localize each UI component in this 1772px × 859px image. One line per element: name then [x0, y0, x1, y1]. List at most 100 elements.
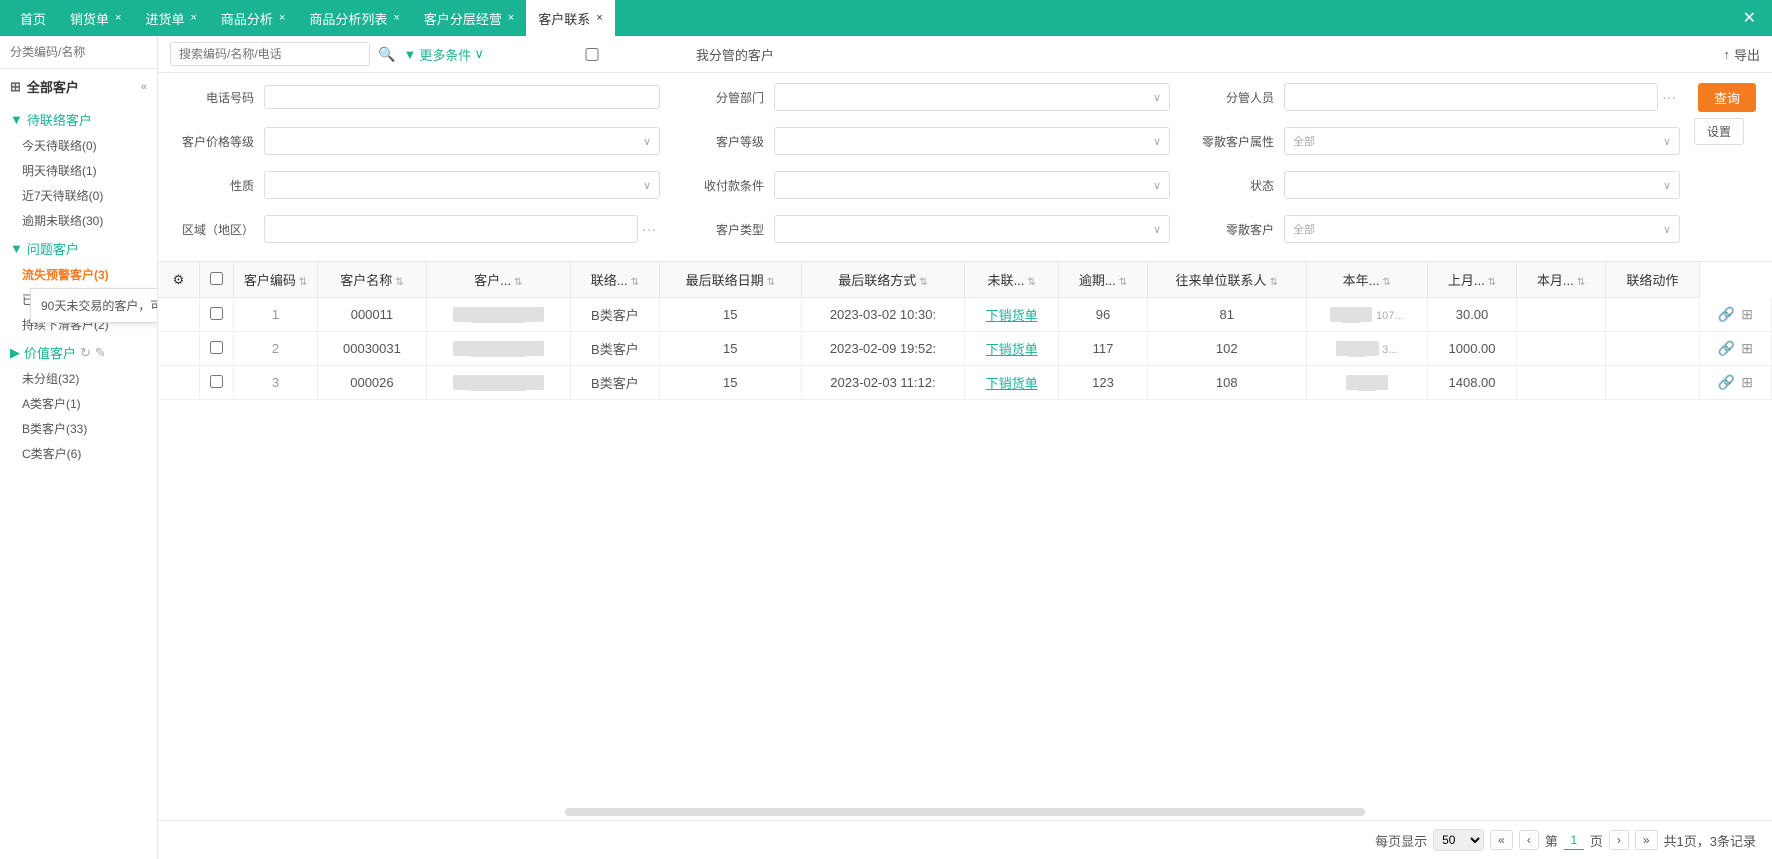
row-last-way-2[interactable]: 下销货单: [965, 366, 1059, 400]
col-code[interactable]: 客户编码⇅: [233, 262, 317, 298]
col-last-month[interactable]: 上月...⇅: [1428, 262, 1517, 298]
sort-icon-no-contact: ⇅: [1027, 277, 1035, 288]
last-page-btn[interactable]: »: [1635, 830, 1658, 850]
close-all-btn[interactable]: ✕: [1735, 4, 1764, 32]
refresh-icon[interactable]: ↻: [80, 345, 91, 361]
tab-home[interactable]: 首页: [8, 0, 58, 36]
sidebar-item-churn-warning[interactable]: 流失预警客户(3): [0, 262, 157, 287]
sidebar-all-customers[interactable]: ⊞ 全部客户 «: [0, 69, 157, 104]
region-select[interactable]: [264, 215, 638, 243]
col-this-year[interactable]: 本年...⇅: [1306, 262, 1428, 298]
row-this-month-0: [1605, 298, 1699, 332]
col-contact-person[interactable]: 往来单位联系人⇅: [1147, 262, 1306, 298]
settings-btn[interactable]: 设置: [1694, 118, 1744, 145]
sidebar-section-pending[interactable]: ▼ 待联络客户: [0, 104, 157, 133]
more-conditions-btn[interactable]: ▼ 更多条件 ∨: [403, 45, 483, 64]
nature-select[interactable]: ∨: [264, 171, 660, 199]
action-link-icon-0[interactable]: 🔗: [1718, 306, 1735, 323]
price-level-select[interactable]: ∨: [264, 127, 660, 155]
next-page-btn[interactable]: ›: [1609, 830, 1629, 850]
row-last-way-0[interactable]: 下销货单: [965, 298, 1059, 332]
sidebar-search-input[interactable]: [10, 45, 158, 59]
col-last-way[interactable]: 最后联络方式⇅: [801, 262, 965, 298]
phone-input[interactable]: [264, 85, 660, 109]
chevron-down-icon-payment: ∨: [1153, 179, 1161, 192]
filter-field-customer-level: 客户等级 ∨: [684, 127, 1170, 155]
my-customers-checkbox-label[interactable]: 我分管的客户: [492, 45, 774, 64]
person-ellipsis-btn[interactable]: ···: [1658, 89, 1680, 105]
tab-analysis-list[interactable]: 商品分析列表 ×: [297, 0, 411, 36]
close-purchase-tab[interactable]: ×: [190, 12, 196, 24]
search-button[interactable]: 🔍: [378, 46, 395, 63]
search-input[interactable]: [170, 42, 370, 66]
first-page-btn[interactable]: «: [1490, 830, 1513, 850]
sidebar-item-class-b[interactable]: B类客户(33): [0, 416, 157, 441]
sidebar-item-class-a[interactable]: A类客户(1): [0, 391, 157, 416]
content-area: 🔍 ▼ 更多条件 ∨ 我分管的客户 ↑ 导出: [158, 36, 1772, 859]
customer-type-select[interactable]: ∨: [774, 215, 1170, 243]
action-link-icon-2[interactable]: 🔗: [1718, 374, 1735, 391]
close-analysis-tab[interactable]: ×: [279, 12, 285, 24]
per-page-select[interactable]: 50 100: [1433, 829, 1484, 851]
horizontal-scrollbar[interactable]: [565, 808, 1365, 816]
col-gear[interactable]: ⚙: [158, 262, 199, 298]
tab-analysis[interactable]: 商品分析 ×: [209, 0, 297, 36]
chevron-down-icon-nature: ∨: [643, 179, 651, 192]
col-overdue[interactable]: 逾期...⇅: [1059, 262, 1148, 298]
sort-icon-year: ⇅: [1383, 277, 1391, 288]
row-checkbox-2[interactable]: [199, 366, 233, 400]
query-btn[interactable]: 查询: [1698, 83, 1756, 112]
chevron-down-icon-level: ∨: [1153, 135, 1161, 148]
row-contact-1: 15: [659, 332, 801, 366]
sidebar-item-overdue[interactable]: 逾期未联络(30): [0, 208, 157, 233]
sidebar-item-week[interactable]: 近7天待联络(0): [0, 183, 157, 208]
sidebar-item-unclassified[interactable]: 未分组(32): [0, 366, 157, 391]
export-btn[interactable]: ↑ 导出: [1723, 45, 1760, 64]
sort-icon-last-month: ⇅: [1488, 277, 1496, 288]
col-type[interactable]: 客户...⇅: [426, 262, 570, 298]
sidebar-section-problem[interactable]: ▼ 问题客户: [0, 233, 157, 262]
sidebar-item-tomorrow[interactable]: 明天待联络(1): [0, 158, 157, 183]
tab-customer-contact[interactable]: 客户联系 ×: [526, 0, 614, 36]
row-checkbox-0[interactable]: [199, 298, 233, 332]
close-sales-tab[interactable]: ×: [115, 12, 121, 24]
customer-level-select[interactable]: ∨: [774, 127, 1170, 155]
select-all-checkbox[interactable]: [210, 272, 223, 285]
col-name[interactable]: 客户名称⇅: [318, 262, 426, 298]
collapse-sidebar-btn[interactable]: «: [141, 81, 147, 93]
row-checkbox-1[interactable]: [199, 332, 233, 366]
action-grid-icon-2[interactable]: ⊞: [1741, 374, 1753, 391]
tab-purchase[interactable]: 进货单 ×: [133, 0, 208, 36]
my-customers-checkbox[interactable]: [492, 48, 692, 61]
scrollbar-area[interactable]: [158, 804, 1772, 820]
action-grid-icon-1[interactable]: ⊞: [1741, 340, 1753, 357]
col-last-date[interactable]: 最后联络日期⇅: [659, 262, 801, 298]
person-select[interactable]: [1284, 83, 1658, 111]
col-no-contact[interactable]: 未联...⇅: [965, 262, 1059, 298]
tab-sales[interactable]: 销货单 ×: [58, 0, 133, 36]
sidebar-section-value[interactable]: ▶ 价值客户 ↻ ✎: [0, 337, 157, 366]
col-contact[interactable]: 联络...⇅: [570, 262, 659, 298]
edit-icon[interactable]: ✎: [95, 345, 106, 361]
prev-page-btn[interactable]: ‹: [1519, 830, 1539, 850]
row-no-contact-0: 96: [1059, 298, 1148, 332]
action-grid-icon-0[interactable]: ⊞: [1741, 306, 1753, 323]
tab-customer-layer[interactable]: 客户分层经营 ×: [412, 0, 526, 36]
scatter-select[interactable]: 全部 ∨: [1284, 215, 1680, 243]
row-gear-2: [158, 366, 199, 400]
sidebar-item-today[interactable]: 今天待联络(0): [0, 133, 157, 158]
col-this-month[interactable]: 本月...⇅: [1516, 262, 1605, 298]
region-ellipsis-btn[interactable]: ···: [638, 221, 660, 237]
col-checkbox[interactable]: [199, 262, 233, 298]
scatter-attr-label: 零散客户属性: [1194, 133, 1284, 150]
close-customer-layer-tab[interactable]: ×: [508, 12, 514, 24]
close-customer-contact-tab[interactable]: ×: [596, 12, 602, 24]
status-select[interactable]: ∨: [1284, 171, 1680, 199]
sidebar-item-class-c[interactable]: C类客户(6): [0, 441, 157, 466]
scatter-attr-select[interactable]: 全部 ∨: [1284, 127, 1680, 155]
close-analysis-list-tab[interactable]: ×: [393, 12, 399, 24]
row-last-way-1[interactable]: 下销货单: [965, 332, 1059, 366]
dept-select[interactable]: ∨: [774, 83, 1170, 111]
action-link-icon-1[interactable]: 🔗: [1718, 340, 1735, 357]
payment-select[interactable]: ∨: [774, 171, 1170, 199]
